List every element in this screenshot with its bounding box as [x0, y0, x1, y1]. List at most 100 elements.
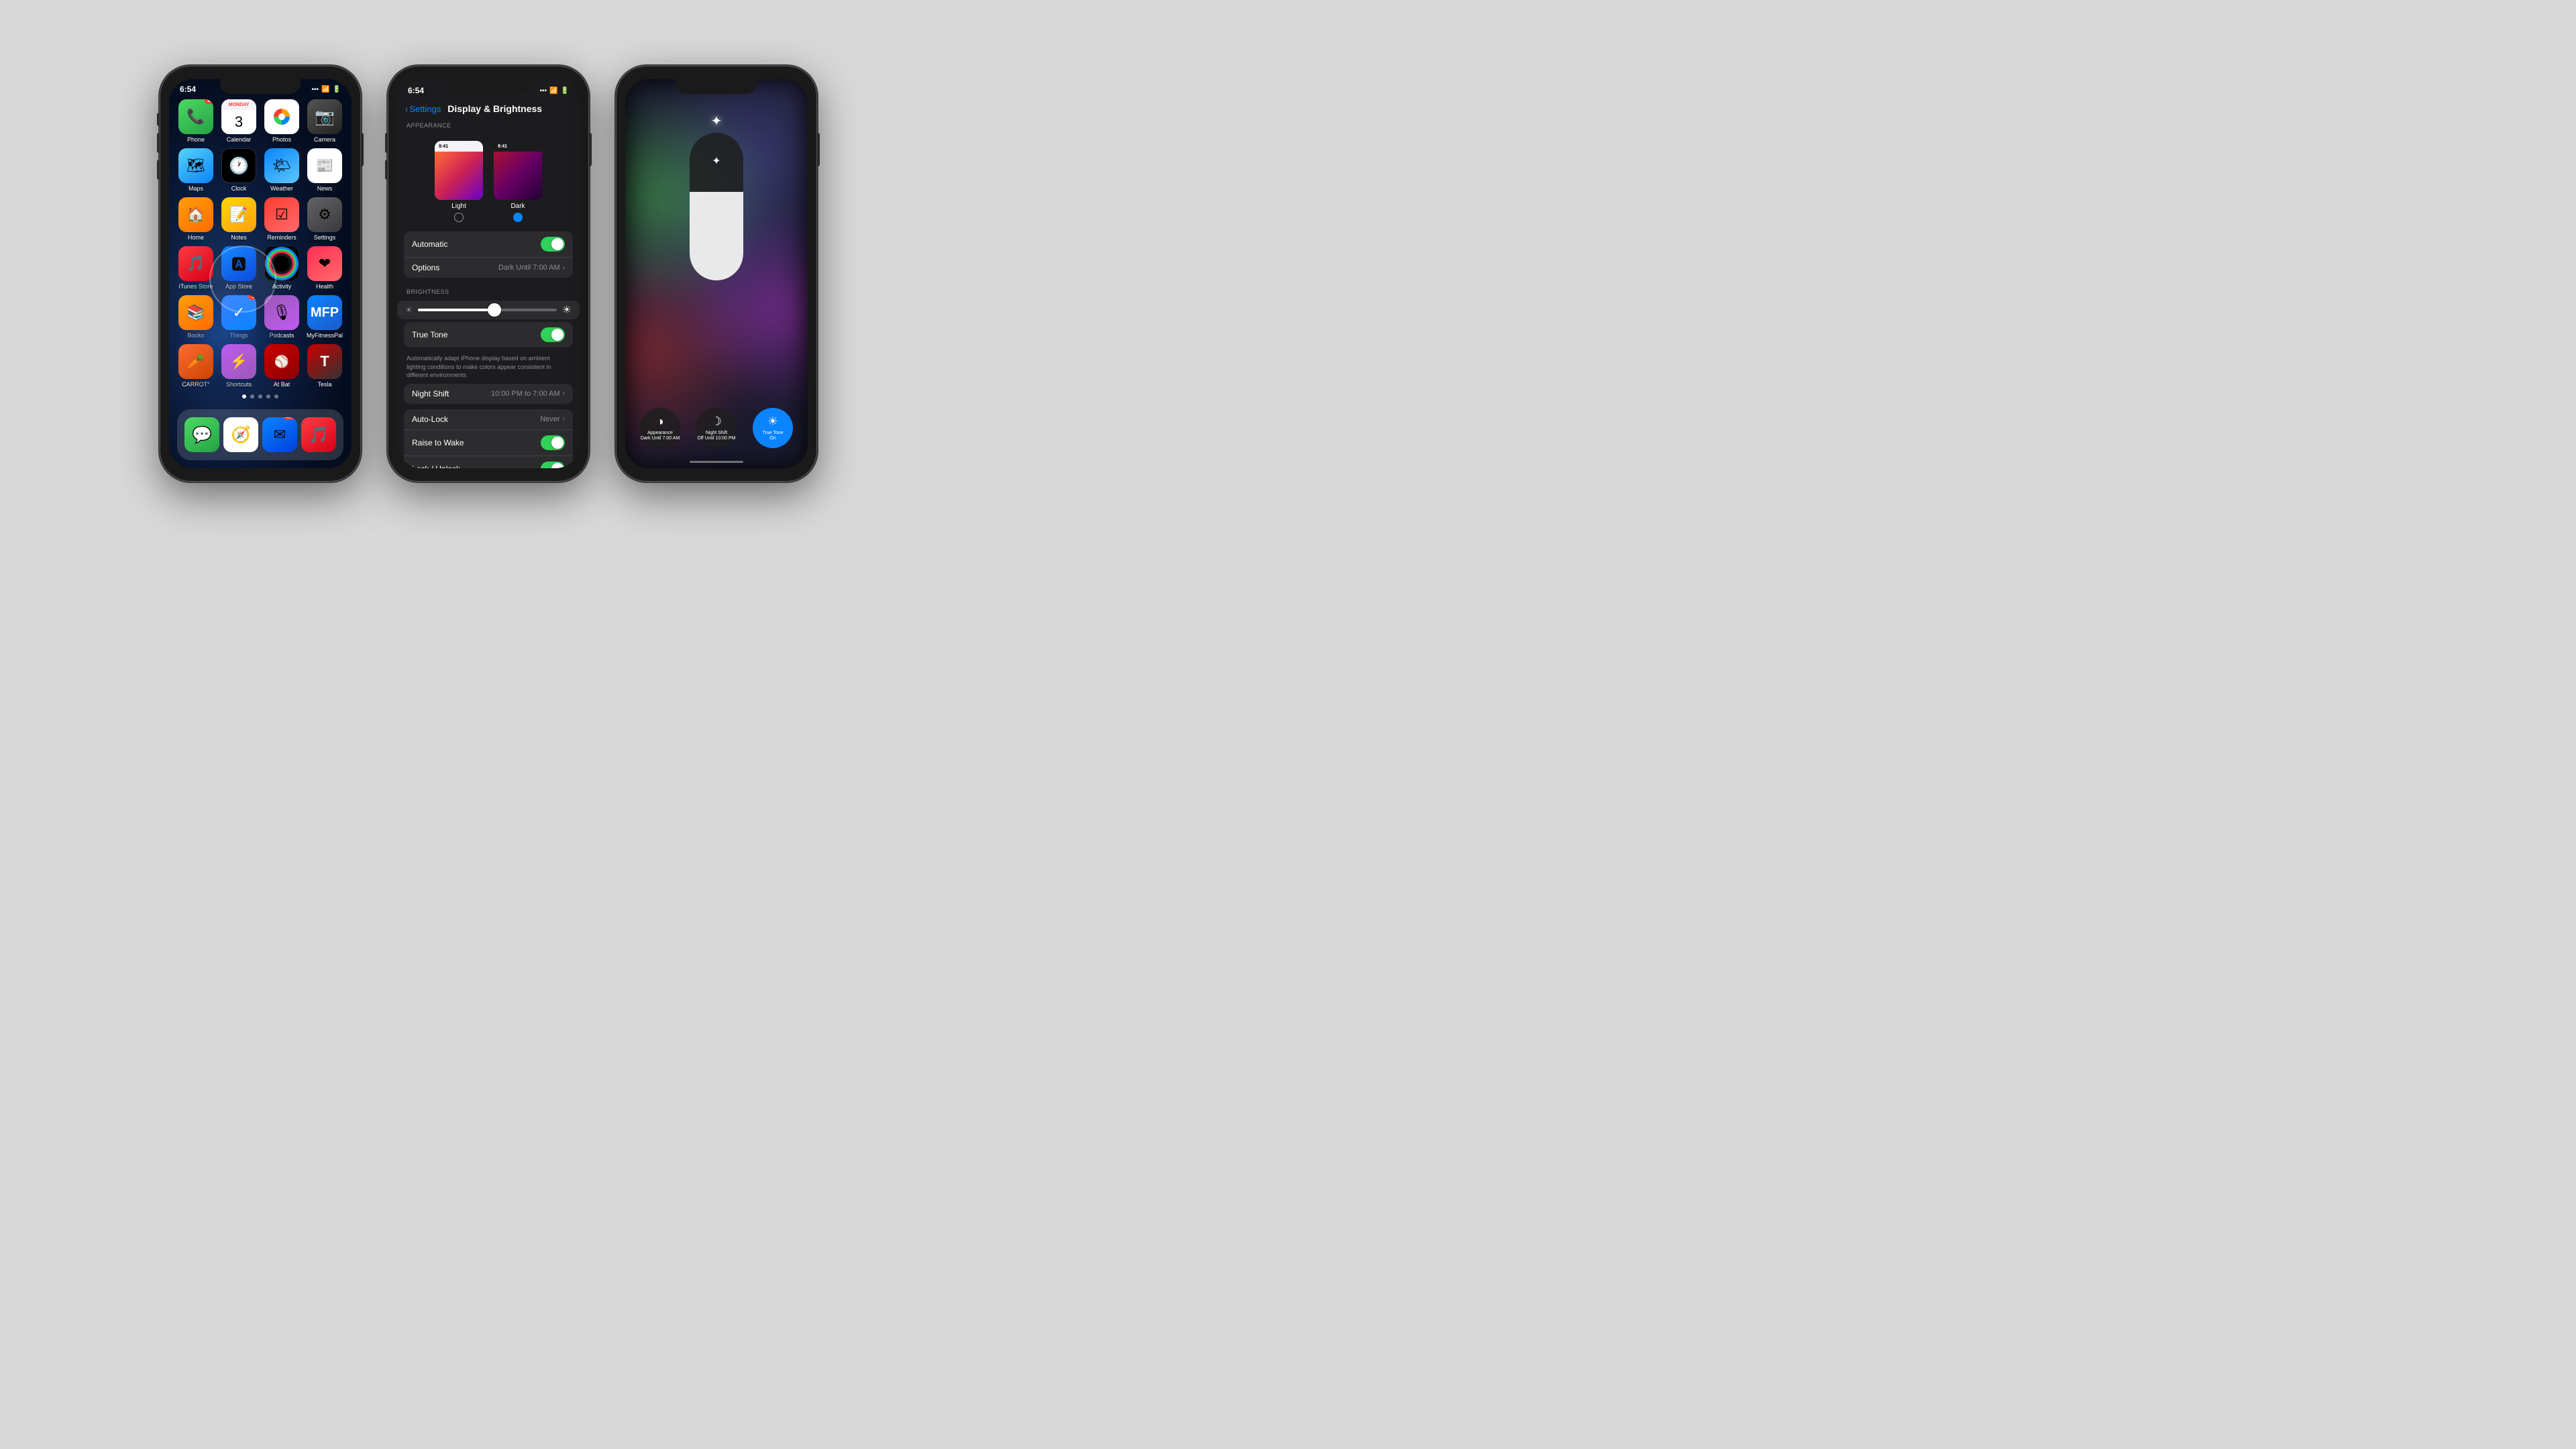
vol-down-btn[interactable]	[385, 160, 388, 180]
dark-radio[interactable]	[513, 213, 523, 222]
options-row[interactable]: Options Dark Until 7:00 AM ›	[404, 258, 573, 278]
notch-cc	[676, 79, 757, 94]
dock-messages[interactable]: 💬	[184, 417, 219, 452]
news-icon[interactable]: 📰	[307, 148, 342, 183]
notes-label: Notes	[231, 234, 247, 241]
phone-badge: 27	[205, 99, 213, 104]
cc-buttons-row: ◑ AppearanceDark Until 7:00 AM ☽ Night S…	[632, 408, 801, 448]
power-btn[interactable]	[589, 133, 592, 166]
automatic-label: Automatic	[412, 239, 541, 249]
appearance-thumbs: 9:41 Light 9:41	[404, 141, 573, 222]
cc-brightness-icon: ✦	[711, 113, 722, 129]
shortcuts-label: Shortcuts	[226, 381, 252, 388]
photos-label: Photos	[272, 136, 291, 143]
lock-card: Auto-Lock Never › Raise to Wake Lock / U…	[404, 409, 573, 468]
phone-icon[interactable]: 📞 27	[178, 99, 213, 134]
app-item-atbat[interactable]: ⚾ At Bat	[263, 344, 301, 388]
app-item-phone[interactable]: 📞 27 Phone	[177, 99, 215, 143]
app-item-books[interactable]: 📚 Books	[177, 295, 215, 339]
auto-lock-row[interactable]: Auto-Lock Never ›	[404, 409, 573, 430]
raise-to-wake-row[interactable]: Raise to Wake	[404, 430, 573, 456]
app-item-home[interactable]: 🏠 Home	[177, 197, 215, 241]
true-tone-row[interactable]: True Tone	[404, 322, 573, 347]
tesla-icon[interactable]: T	[307, 344, 342, 379]
maps-icon[interactable]: 🗺	[178, 148, 213, 183]
home-icon[interactable]: 🏠	[178, 197, 213, 232]
brightness-track[interactable]	[418, 309, 557, 311]
volume-up-button[interactable]	[157, 133, 160, 153]
lock-unlock-row[interactable]: Lock / Unlock	[404, 456, 573, 468]
auto-lock-value: Never	[540, 415, 559, 423]
night-shift-row[interactable]: Night Shift 10:00 PM to 7:00 AM ›	[404, 384, 573, 404]
true-tone-toggle[interactable]	[541, 327, 565, 342]
app-item-health[interactable]: ❤ Health	[306, 246, 343, 290]
camera-icon[interactable]: 📷	[307, 99, 342, 134]
photos-icon[interactable]	[264, 99, 299, 134]
clock-icon[interactable]: 🕐	[221, 148, 256, 183]
calendar-icon[interactable]: MONDAY 3	[221, 99, 256, 134]
app-item-news[interactable]: 📰 News	[306, 148, 343, 192]
dock-music[interactable]: 🎵	[301, 417, 336, 452]
settings-back-button[interactable]: ‹ Settings	[405, 104, 441, 114]
shortcuts-icon[interactable]: ⚡	[221, 344, 256, 379]
things-label: Things	[229, 332, 248, 339]
app-item-tesla[interactable]: T Tesla	[306, 344, 343, 388]
app-item-calendar[interactable]: MONDAY 3 Calendar	[220, 99, 258, 143]
app-item-weather[interactable]: 🌤 Weather	[263, 148, 301, 192]
app-item-settings[interactable]: ⚙ Settings	[306, 197, 343, 241]
cc-true-tone-button[interactable]: ☀ True ToneOn	[753, 408, 793, 448]
automatic-row[interactable]: Automatic	[404, 231, 573, 258]
app-item-camera[interactable]: 📷 Camera	[306, 99, 343, 143]
dock-mail[interactable]: ✉ 10,510	[262, 417, 297, 452]
notes-icon[interactable]: 📝	[221, 197, 256, 232]
sun-bright-icon: ☀	[562, 303, 572, 317]
silent-switch[interactable]	[157, 113, 160, 126]
vol-up-btn[interactable]	[385, 133, 388, 153]
cc-appearance-button[interactable]: ◑ AppearanceDark Until 7:00 AM	[640, 408, 680, 448]
app-item-myfitpal[interactable]: MFP MyFitnessPal	[306, 295, 343, 339]
app-item-reminders[interactable]: ☑ Reminders	[263, 197, 301, 241]
light-radio[interactable]	[454, 213, 464, 222]
myfitpal-icon[interactable]: MFP	[307, 295, 342, 330]
settings-signal: ▪▪▪	[539, 87, 547, 95]
app-item-photos[interactable]: Photos	[263, 99, 301, 143]
brightness-slider[interactable]: ☀ ☀	[397, 301, 580, 319]
night-shift-value: 10:00 PM to 7:00 AM	[491, 390, 560, 398]
back-label: Settings	[409, 104, 441, 114]
books-icon[interactable]: 📚	[178, 295, 213, 330]
cc-night-shift-button[interactable]: ☽ Night ShiftOff Until 10:00 PM	[696, 408, 737, 448]
raise-to-wake-label: Raise to Wake	[412, 438, 541, 447]
dock-safari[interactable]: 🧭	[223, 417, 258, 452]
notch	[220, 79, 301, 94]
volume-down-button[interactable]	[157, 160, 160, 180]
dark-mode-option[interactable]: 9:41 Dark	[494, 141, 542, 222]
raise-to-wake-toggle[interactable]	[541, 435, 565, 450]
app-item-notes[interactable]: 📝 Notes	[220, 197, 258, 241]
light-mode-option[interactable]: 9:41 Light	[435, 141, 483, 222]
home-screen: 6:54 ▪▪▪ 📶 🔋 📞 27 Phone	[169, 79, 352, 468]
settings-icon[interactable]: ⚙	[307, 197, 342, 232]
app-item-shortcuts[interactable]: ⚡ Shortcuts	[220, 344, 258, 388]
reminders-icon[interactable]: ☑	[264, 197, 299, 232]
automatic-toggle[interactable]	[541, 237, 565, 252]
itunes-icon[interactable]: 🎵	[178, 246, 213, 281]
app-item-maps[interactable]: 🗺 Maps	[177, 148, 215, 192]
power-button[interactable]	[361, 133, 364, 166]
health-icon[interactable]: ❤	[307, 246, 342, 281]
cc-power-btn[interactable]	[817, 133, 820, 166]
appearance-icon: ◑	[657, 415, 664, 429]
app-item-podcasts[interactable]: 🎙 Podcasts	[263, 295, 301, 339]
cc-controls: ◑ AppearanceDark Until 7:00 AM ☽ Night S…	[632, 408, 801, 448]
brightness-thumb[interactable]	[488, 303, 501, 317]
weather-icon[interactable]: 🌤	[264, 148, 299, 183]
brightness-section-label: BRIGHTNESS	[397, 283, 580, 298]
lock-unlock-toggle[interactable]	[541, 462, 565, 468]
carrot-icon[interactable]: 🥕	[178, 344, 213, 379]
app-grid: 📞 27 Phone MONDAY 3 Calenda	[169, 97, 352, 390]
atbat-icon[interactable]: ⚾	[264, 344, 299, 379]
brightness-widget[interactable]: ✦	[690, 133, 743, 280]
app-item-clock[interactable]: 🕐 Clock	[220, 148, 258, 192]
podcasts-icon[interactable]: 🎙	[264, 295, 299, 330]
app-item-carrot[interactable]: 🥕 CARROT°	[177, 344, 215, 388]
true-tone-icon: ☀	[767, 415, 778, 429]
